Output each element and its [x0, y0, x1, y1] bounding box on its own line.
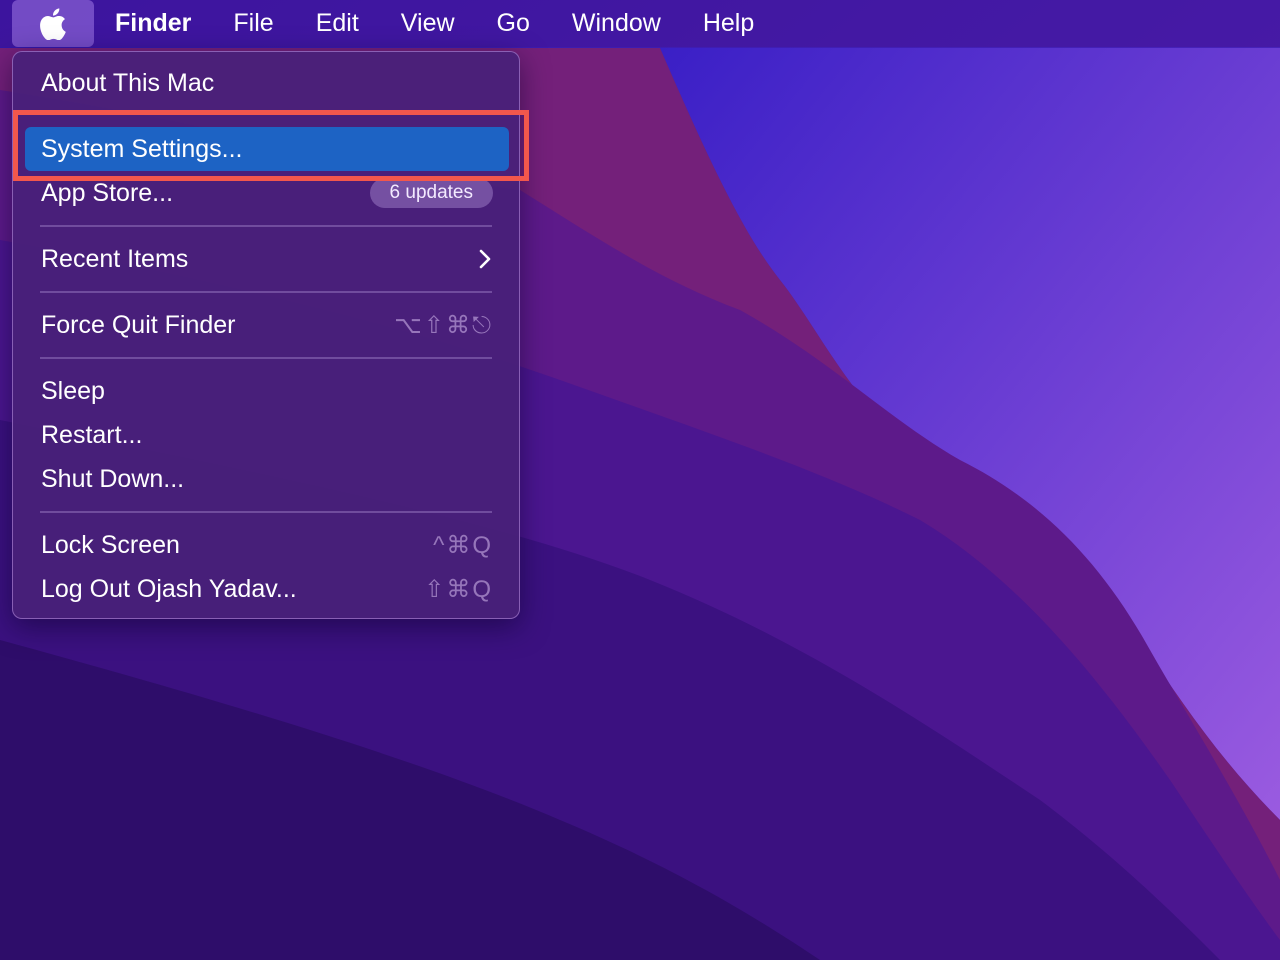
menu-item-label: Log Out Ojash Yadav...: [41, 574, 297, 603]
menu-help[interactable]: Help: [682, 0, 775, 47]
menu-item-about-this-mac[interactable]: About This Mac: [25, 61, 509, 105]
menu-window[interactable]: Window: [551, 0, 682, 47]
menu-separator: [40, 225, 492, 227]
menu-bar: Finder File Edit View Go Window Help: [0, 0, 1280, 47]
menu-item-label: Lock Screen: [41, 530, 180, 559]
menu-item-restart[interactable]: Restart...: [25, 413, 509, 457]
menu-finder[interactable]: Finder: [94, 0, 212, 47]
menu-item-label: Recent Items: [41, 244, 189, 273]
updates-badge: 6 updates: [369, 178, 493, 208]
menu-edit[interactable]: Edit: [295, 0, 380, 47]
menu-item-label: Force Quit Finder: [41, 310, 236, 339]
menu-item-label: About This Mac: [41, 68, 215, 97]
menu-item-label: Sleep: [41, 376, 105, 405]
menu-item-sleep[interactable]: Sleep: [25, 369, 509, 413]
menu-item-lock-screen[interactable]: Lock Screen ^⌘Q: [25, 523, 509, 567]
menu-item-label: Shut Down...: [41, 464, 185, 493]
menu-item-label: App Store...: [41, 178, 174, 207]
menu-view[interactable]: View: [380, 0, 476, 47]
menu-item-log-out[interactable]: Log Out Ojash Yadav... ⇧⌘Q: [25, 567, 509, 611]
keyboard-shortcut: ⇧⌘Q: [424, 575, 493, 603]
menu-item-shut-down[interactable]: Shut Down...: [25, 457, 509, 501]
highlight-callout-box: [13, 110, 529, 181]
keyboard-shortcut: ⌥⇧⌘⎋: [394, 311, 493, 339]
menu-go[interactable]: Go: [476, 0, 551, 47]
apple-menu-button[interactable]: [12, 0, 94, 47]
menu-item-label: Restart...: [41, 420, 143, 449]
chevron-right-icon: [479, 249, 491, 269]
menu-item-force-quit[interactable]: Force Quit Finder ⌥⇧⌘⎋: [25, 303, 509, 347]
menu-separator: [40, 357, 492, 359]
menu-separator: [40, 291, 492, 293]
menu-file[interactable]: File: [212, 0, 294, 47]
menu-separator: [40, 511, 492, 513]
apple-logo-icon: [40, 7, 66, 40]
menu-item-recent-items[interactable]: Recent Items: [25, 237, 509, 281]
keyboard-shortcut: ^⌘Q: [433, 531, 493, 559]
